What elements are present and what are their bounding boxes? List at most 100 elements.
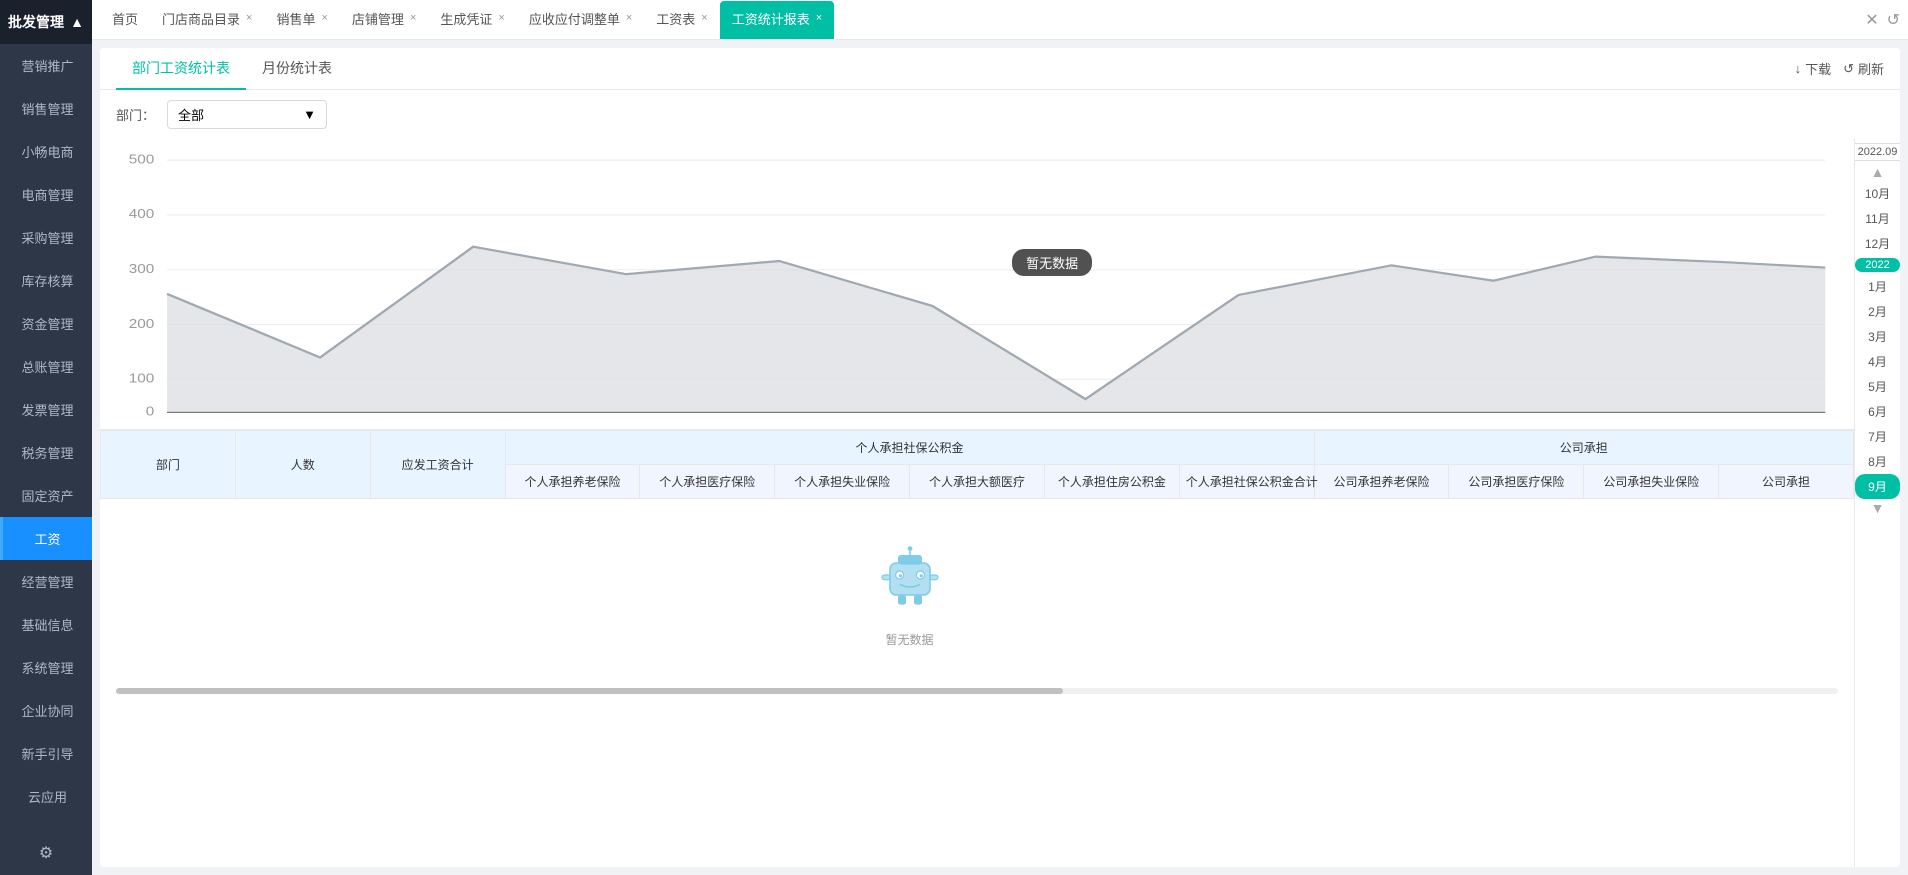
tab-close-icon[interactable]: ×	[321, 13, 327, 24]
sidebar-item-税务管理[interactable]: 税务管理	[0, 431, 92, 474]
tab-close-icon[interactable]: ×	[498, 13, 504, 24]
sidebar-item-采购管理[interactable]: 采购管理	[0, 216, 92, 259]
col-company-medical: 公司承担医疗保险	[1449, 465, 1584, 499]
content-main: 500 400 300 200 100 0	[100, 139, 1854, 867]
year-label[interactable]: 2022.09	[1854, 143, 1900, 161]
sidebar-item-云应用[interactable]: 云应用	[0, 775, 92, 818]
chart-container: 500 400 300 200 100 0	[100, 139, 1854, 429]
sidebar-item-新手引导[interactable]: 新手引导	[0, 732, 92, 775]
col-total-salary: 应发工资合计	[370, 431, 505, 499]
sidebar-item-企业协同[interactable]: 企业协同	[0, 689, 92, 732]
sidebar-item-经营管理[interactable]: 经营管理	[0, 560, 92, 603]
month-item-6月[interactable]: 6月	[1855, 399, 1900, 424]
sidebar-item-小畅电商[interactable]: 小畅电商	[0, 130, 92, 173]
tab-工资统计报表[interactable]: 工资统计报表 ×	[720, 1, 834, 39]
sub-tabs-list: 部门工资统计表月份统计表	[116, 48, 348, 89]
empty-text: 暂无数据	[886, 631, 934, 648]
sidebar-item-库存核算[interactable]: 库存核算	[0, 259, 92, 302]
tab-label: 应收应付调整单	[529, 9, 620, 28]
chevron-down-icon: ▼	[303, 107, 316, 122]
tab-label: 门店商品目录	[162, 9, 240, 28]
month-item-5月[interactable]: 5月	[1855, 374, 1900, 399]
sidebar-item-电商管理[interactable]: 电商管理	[0, 173, 92, 216]
sidebar-item-发票管理[interactable]: 发票管理	[0, 388, 92, 431]
sidebar-item-基础信息[interactable]: 基础信息	[0, 603, 92, 646]
svg-text:400: 400	[129, 207, 155, 222]
sidebar-item-销售管理[interactable]: 销售管理	[0, 87, 92, 130]
month-item-3月[interactable]: 3月	[1855, 324, 1900, 349]
tab-生成凭证[interactable]: 生成凭证 ×	[428, 1, 516, 39]
tab-close-icon[interactable]: ×	[701, 13, 707, 24]
month-item-11月[interactable]: 11月	[1855, 206, 1900, 231]
sidebar-item-工资[interactable]: 工资	[0, 517, 92, 560]
svg-text:500: 500	[129, 152, 155, 167]
table-container[interactable]: 部门 人数 应发工资合计 个人承担社保公积金 公司承担 个人承担养老保险 个人承…	[100, 429, 1854, 867]
month-item-12月[interactable]: 12月	[1855, 231, 1900, 256]
tab-工资表[interactable]: 工资表 ×	[644, 1, 719, 39]
svg-text:300: 300	[129, 262, 155, 277]
col-company-other: 公司承担	[1719, 465, 1854, 499]
download-label: 下载	[1805, 59, 1831, 78]
col-dept: 部门	[101, 431, 236, 499]
sidebar-title: 批发管理	[8, 12, 64, 32]
tab-label: 首页	[112, 9, 138, 28]
main-area: 首页门店商品目录×销售单×店铺管理×生成凭证×应收应付调整单×工资表×工资统计报…	[92, 0, 1908, 875]
filter-label: 部门：	[116, 105, 155, 124]
refresh-icon: ↺	[1843, 61, 1854, 77]
svg-text:100: 100	[129, 372, 155, 387]
sidebar-item-固定资产[interactable]: 固定资产	[0, 474, 92, 517]
sub-tab-部门工资统计表[interactable]: 部门工资统计表	[116, 48, 246, 90]
sidebar-header[interactable]: 批发管理 ▲	[0, 0, 92, 44]
sidebar-item-资金管理[interactable]: 资金管理	[0, 302, 92, 345]
sidebar-item-总账管理[interactable]: 总账管理	[0, 345, 92, 388]
month-item-8月[interactable]: 8月	[1855, 449, 1900, 474]
download-action[interactable]: ↓ 下载	[1795, 59, 1832, 78]
content-panel: 部门工资统计表月份统计表 ↓ 下载 ↺ 刷新 部门： 全部 ▼	[100, 48, 1900, 867]
month-nav-down[interactable]: ▼	[1869, 499, 1887, 517]
month-item-10月[interactable]: 10月	[1855, 181, 1900, 206]
tab-门店商品目录[interactable]: 门店商品目录 ×	[150, 1, 264, 39]
department-filter[interactable]: 全部 ▼	[167, 100, 327, 129]
month-nav-up[interactable]: ▲	[1869, 163, 1887, 181]
tab-首页[interactable]: 首页	[100, 1, 150, 39]
tab-label: 销售单	[276, 9, 315, 28]
tab-close-icon[interactable]: ×	[246, 13, 252, 24]
download-icon: ↓	[1795, 61, 1802, 76]
sidebar-item-系统管理[interactable]: 系统管理	[0, 646, 92, 689]
table-empty-row: 暂无数据	[101, 499, 1854, 689]
month-item-1月[interactable]: 1月	[1855, 274, 1900, 299]
salary-chart: 500 400 300 200 100 0	[116, 147, 1838, 421]
horizontal-scrollbar[interactable]	[116, 688, 1838, 694]
content-body: 500 400 300 200 100 0	[100, 139, 1900, 867]
col-group-personal: 个人承担社保公积金	[505, 431, 1314, 465]
refresh-tab-icon[interactable]: ↺	[1887, 10, 1900, 30]
sidebar-item-营销推广[interactable]: 营销推广	[0, 44, 92, 87]
sidebar-footer[interactable]: ⚙	[0, 831, 92, 875]
tab-close-icon[interactable]: ×	[626, 13, 632, 24]
col-group-company: 公司承担	[1314, 431, 1853, 465]
tab-label: 生成凭证	[440, 9, 492, 28]
col-personal-unemployment: 个人承担失业保险	[775, 465, 910, 499]
refresh-action[interactable]: ↺ 刷新	[1843, 59, 1884, 78]
month-item-2月[interactable]: 2月	[1855, 299, 1900, 324]
col-personal-housing-fund: 个人承担住房公积金	[1044, 465, 1179, 499]
refresh-label: 刷新	[1858, 59, 1884, 78]
tab-label: 工资统计报表	[732, 9, 810, 28]
sidebar-collapse-icon: ▲	[70, 14, 84, 30]
tab-销售单[interactable]: 销售单 ×	[264, 1, 339, 39]
col-company-pension: 公司承担养老保险	[1314, 465, 1449, 499]
tab-label: 工资表	[656, 9, 695, 28]
tab-close-icon[interactable]: ×	[816, 13, 822, 24]
scrollbar-thumb[interactable]	[116, 688, 1063, 694]
sidebar: 批发管理 ▲ 营销推广销售管理小畅电商电商管理采购管理库存核算资金管理总账管理发…	[0, 0, 92, 875]
sub-tab-月份统计表[interactable]: 月份统计表	[246, 48, 348, 90]
tab-close-icon[interactable]: ×	[410, 13, 416, 24]
month-item-9月[interactable]: 9月	[1855, 474, 1900, 499]
month-item-7月[interactable]: 7月	[1855, 424, 1900, 449]
tab-店铺管理[interactable]: 店铺管理×	[340, 1, 428, 39]
close-all-icon[interactable]: ✕	[1865, 10, 1878, 30]
sub-tabs: 部门工资统计表月份统计表 ↓ 下载 ↺ 刷新	[100, 48, 1900, 90]
month-item-4月[interactable]: 4月	[1855, 349, 1900, 374]
tab-应收应付调整单[interactable]: 应收应付调整单 ×	[517, 1, 644, 39]
col-personal-total: 个人承担社保公积金合计	[1179, 465, 1314, 499]
